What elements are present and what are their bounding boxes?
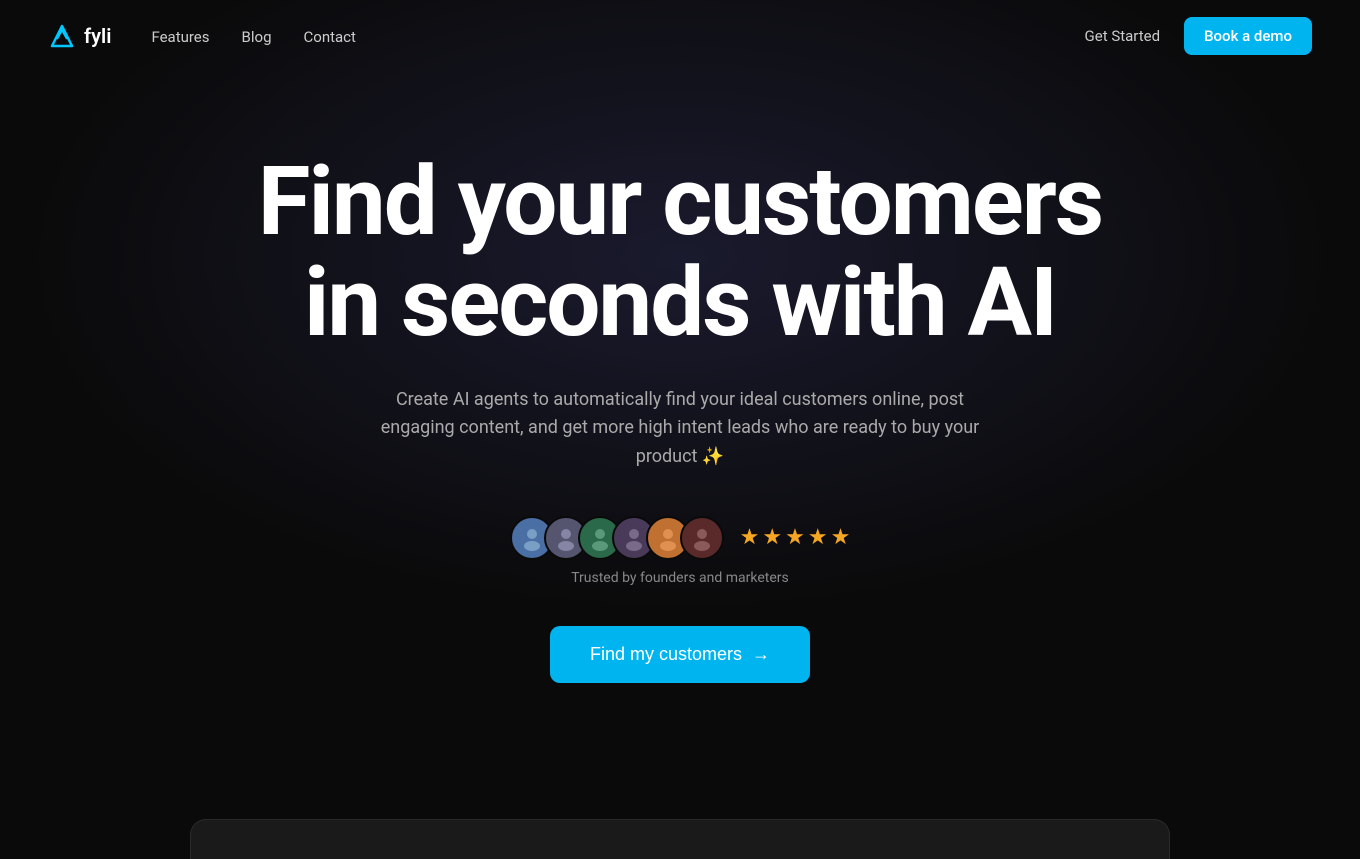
- book-demo-button[interactable]: Book a demo: [1184, 17, 1312, 55]
- star-2: ★: [762, 525, 782, 550]
- cta-arrow-icon: →: [752, 644, 770, 665]
- hero-title-line1: Find your customers: [258, 146, 1102, 258]
- nav-right: Get Started Book a demo: [1085, 17, 1312, 55]
- star-1: ★: [740, 525, 760, 550]
- hero-title: Find your customers in seconds with AI: [258, 152, 1102, 354]
- hero-title-line2: in seconds with AI: [304, 247, 1056, 359]
- bottom-card-hint: [190, 819, 1170, 859]
- nav-contact[interactable]: Contact: [304, 28, 356, 46]
- logo-icon: [48, 22, 76, 50]
- logo-text: fyli: [84, 24, 111, 48]
- nav-left: fyli Features Blog Contact: [48, 22, 356, 50]
- nav-links: Features Blog Contact: [151, 27, 356, 46]
- hero-section: Find your customers in seconds with AI C…: [0, 72, 1360, 683]
- hero-subtitle: Create AI agents to automatically find y…: [370, 386, 990, 472]
- star-3: ★: [785, 525, 805, 550]
- social-proof-row: ★ ★ ★ ★ ★: [510, 516, 851, 560]
- cta-label: Find my customers: [590, 644, 742, 665]
- star-rating: ★ ★ ★ ★ ★: [740, 525, 851, 550]
- navbar: fyli Features Blog Contact Get Started B…: [0, 0, 1360, 72]
- avatar-group: [510, 516, 724, 560]
- star-5: ★: [831, 525, 851, 550]
- social-proof: ★ ★ ★ ★ ★ Trusted by founders and market…: [510, 472, 851, 586]
- star-4: ★: [808, 525, 828, 550]
- get-started-link[interactable]: Get Started: [1085, 27, 1161, 45]
- find-customers-button[interactable]: Find my customers →: [550, 626, 810, 683]
- avatar: [680, 516, 724, 560]
- nav-features[interactable]: Features: [151, 28, 209, 46]
- nav-blog[interactable]: Blog: [242, 28, 272, 46]
- logo[interactable]: fyli: [48, 22, 111, 50]
- trusted-text: Trusted by founders and marketers: [571, 570, 789, 586]
